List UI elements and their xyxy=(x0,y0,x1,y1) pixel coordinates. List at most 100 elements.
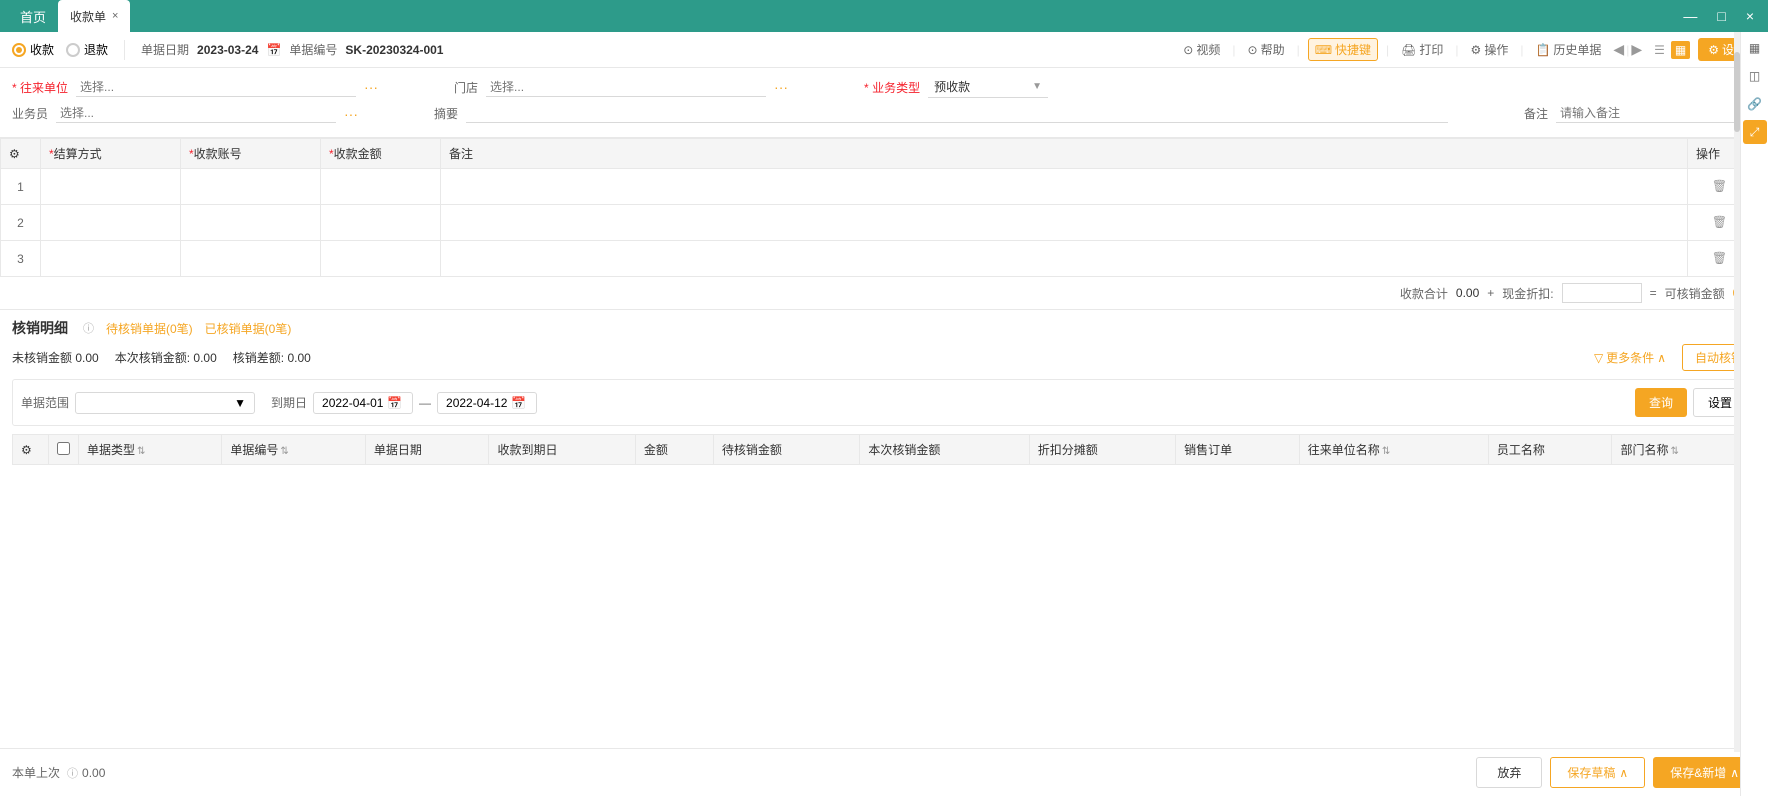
equals-sign: = xyxy=(1650,286,1657,300)
operation-icon: ⚙ xyxy=(1471,43,1482,57)
form-row-1: * 往来单位 ··· 门店 ··· * 业务类型 预收款 ▼ xyxy=(12,76,1756,98)
discount-label: 现金折扣: xyxy=(1502,285,1553,302)
summary-row: 收款合计 0.00 + 现金折扣: = 可核销金额 0.00 xyxy=(0,277,1768,310)
shortcut-btn[interactable]: ⌨ 快捷键 xyxy=(1308,38,1378,61)
data-table: ⚙ *结算方式 *收款账号 *收款金额 备注 操作 xyxy=(0,138,1768,277)
form-row-2: 业务员 ··· 摘要 备注 xyxy=(12,104,1756,123)
right-sidebar: ▦ ◫ 🔗 ⤢ xyxy=(1740,32,1768,796)
shop-more-btn[interactable]: ··· xyxy=(774,79,788,95)
due-date-label: 到期日 xyxy=(271,394,307,411)
keyboard-icon: ⌨ xyxy=(1315,43,1332,57)
recon-stats-row: 未核销金额 0.00 本次核销金额: 0.00 核销差额: 0.00 ▽ 更多条… xyxy=(12,344,1756,371)
sidebar-table-icon[interactable]: ▦ xyxy=(1743,36,1767,60)
tab-active[interactable]: 收款单 × xyxy=(58,0,130,32)
tab-bar: 首页 收款单 × — □ × xyxy=(0,0,1768,32)
col-remark-header: 备注 xyxy=(441,139,1688,169)
radio-receive[interactable]: 收款 xyxy=(12,41,54,58)
date-to-input[interactable]: 2022-04-12 📅 xyxy=(437,392,537,414)
current-stat: 本次核销金额: 0.00 xyxy=(115,349,217,366)
calendar-to-icon: 📅 xyxy=(511,396,526,410)
summary-input[interactable] xyxy=(466,104,1448,123)
date-from-input[interactable]: 2022-04-01 📅 xyxy=(313,392,413,414)
maximize-btn[interactable]: □ xyxy=(1711,6,1731,26)
recon-table: ⚙ 单据类型⇅ 单据编号⇅ 单据日期 收款到期日 金额 待核销金额 本次核销金额… xyxy=(12,434,1756,465)
operation-btn[interactable]: ⚙ 操作 xyxy=(1467,39,1513,60)
range-filter-group: 单据范围 ▼ xyxy=(21,392,255,414)
calendar-from-icon: 📅 xyxy=(387,396,402,410)
history-icon: 📋 xyxy=(1535,43,1550,57)
more-conditions-btn[interactable]: ▽ 更多条件 ∧ xyxy=(1594,349,1666,366)
prev-arrow[interactable]: ◀ xyxy=(1613,41,1624,58)
done-tag[interactable]: 已核销单据(0笔) xyxy=(205,320,292,337)
toolbar-divider-1 xyxy=(124,40,125,60)
remark-input[interactable] xyxy=(1556,104,1756,123)
partner-more-btn[interactable]: ··· xyxy=(364,79,378,95)
pending-tag[interactable]: 待核销单据(0笔) xyxy=(106,320,193,337)
uncancelled-stat: 未核销金额 0.00 xyxy=(12,349,99,366)
sidebar-link-icon[interactable]: 🔗 xyxy=(1743,92,1767,116)
salesperson-input[interactable] xyxy=(56,104,336,123)
window-controls: — □ × xyxy=(1677,6,1760,26)
close-btn[interactable]: × xyxy=(1740,6,1760,26)
total-value: 0.00 xyxy=(1456,286,1479,300)
list-view-btn[interactable]: ☰ xyxy=(1650,41,1669,59)
radio-return-dot xyxy=(66,43,80,57)
scrollbar-thumb[interactable] xyxy=(1734,52,1740,132)
recon-doc-number-header: 单据编号⇅ xyxy=(222,435,365,465)
plus-sign: + xyxy=(1487,286,1494,300)
recon-doc-type-header: 单据类型⇅ xyxy=(79,435,222,465)
select-all-checkbox[interactable] xyxy=(57,442,70,455)
vertical-scrollbar[interactable] xyxy=(1734,32,1740,752)
chevron-up-icon: ∧ xyxy=(1657,351,1666,365)
row1-delete-icon[interactable]: 🗑 xyxy=(1712,179,1727,193)
col-settings-header[interactable]: ⚙ xyxy=(1,139,41,169)
history-btn[interactable]: 📋 历史单据 xyxy=(1531,39,1605,60)
row2-delete-icon[interactable]: 🗑 xyxy=(1712,215,1727,229)
range-dropdown-icon: ▼ xyxy=(234,396,246,410)
next-arrow[interactable]: ▶ xyxy=(1631,41,1642,58)
reconciliation-section: 核销明细 ⓘ 待核销单据(0笔) 已核销单据(0笔) 未核销金额 0.00 本次… xyxy=(0,310,1768,796)
main-content: 收款 退款 单据日期 2023-03-24 📅 单据编号 SK-20230324… xyxy=(0,32,1768,796)
col-payment-header: *结算方式 xyxy=(41,139,181,169)
table-row: 1 🗑 ⧉ xyxy=(1,169,1768,205)
col-amount-header: *收款金额 xyxy=(321,139,441,169)
query-btn[interactable]: 查询 xyxy=(1635,388,1687,417)
calendar-icon[interactable]: 📅 xyxy=(266,43,281,57)
filter-icon: ▽ xyxy=(1594,351,1603,365)
radio-return[interactable]: 退款 xyxy=(66,41,108,58)
sidebar-expand-icon[interactable]: ⤢ xyxy=(1743,120,1767,144)
bottom-actions: 放弃 保存草稿 ∧ 保存&新增 ∧ xyxy=(1476,757,1756,788)
radio-receive-dot xyxy=(12,43,26,57)
save-new-arrow-icon: ∧ xyxy=(1730,766,1739,780)
partner-input[interactable] xyxy=(76,78,356,97)
sidebar-doc-icon[interactable]: ◫ xyxy=(1743,64,1767,88)
help-btn[interactable]: ⊙ 帮助 xyxy=(1244,39,1289,60)
filter-actions: 查询 设置 xyxy=(1635,388,1747,417)
card-view-btn[interactable]: ▦ xyxy=(1671,41,1690,59)
minimize-btn[interactable]: — xyxy=(1677,6,1703,26)
video-icon: ⊙ xyxy=(1183,43,1193,57)
recon-settings-header[interactable]: ⚙ xyxy=(13,435,49,465)
print-btn[interactable]: 🖨 打印 xyxy=(1397,39,1447,60)
bottom-info-icon[interactable]: ⓘ xyxy=(67,765,78,781)
gear-icon: ⚙ xyxy=(1708,43,1719,57)
save-draft-btn[interactable]: 保存草稿 ∧ xyxy=(1550,757,1645,788)
tab-home[interactable]: 首页 xyxy=(8,0,58,32)
range-select[interactable]: ▼ xyxy=(75,392,255,414)
recon-info-icon[interactable]: ⓘ xyxy=(83,320,94,336)
tab-close-icon[interactable]: × xyxy=(112,10,118,22)
toolbar-actions: ⊙ 视频 | ⊙ 帮助 | ⌨ 快捷键 | 🖨 打印 | ⚙ 操作 xyxy=(1179,38,1756,61)
recon-amount-header: 金额 xyxy=(635,435,713,465)
row3-delete-icon[interactable]: 🗑 xyxy=(1712,251,1727,265)
shop-input[interactable] xyxy=(486,78,766,97)
business-type-select[interactable]: 预收款 ▼ xyxy=(928,76,1048,98)
dropdown-arrow-icon: ▼ xyxy=(1032,81,1042,92)
discount-input[interactable] xyxy=(1562,283,1642,303)
recon-due-date-header: 收款到期日 xyxy=(489,435,635,465)
abandon-btn[interactable]: 放弃 xyxy=(1476,757,1542,788)
recon-checkbox-header[interactable] xyxy=(49,435,79,465)
doc-info: 单据日期 2023-03-24 📅 单据编号 SK-20230324-001 xyxy=(141,41,443,58)
salesperson-more-btn[interactable]: ··· xyxy=(344,106,358,122)
video-btn[interactable]: ⊙ 视频 xyxy=(1179,39,1224,60)
total-label: 收款合计 xyxy=(1400,285,1448,302)
